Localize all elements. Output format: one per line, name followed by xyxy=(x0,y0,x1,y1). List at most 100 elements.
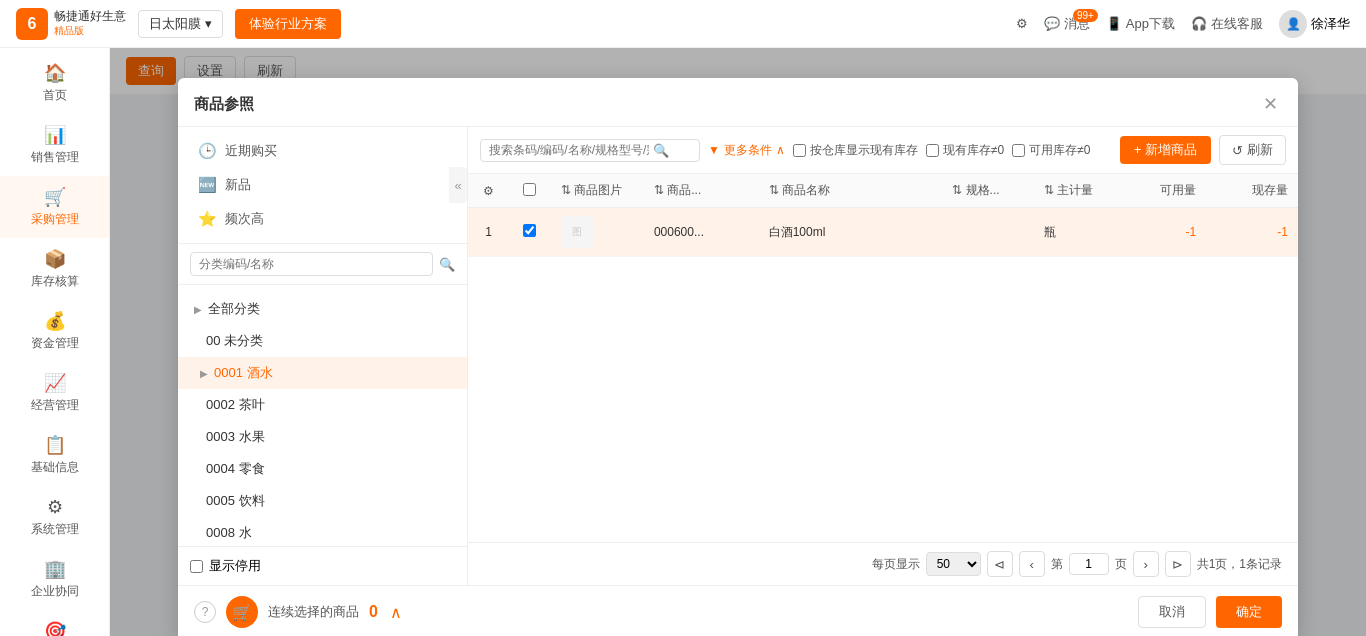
sidebar-item-enterprise[interactable]: 🏢 企业协同 xyxy=(0,548,109,610)
sidebar-item-guide[interactable]: 🎯 新手引导 xyxy=(0,610,109,636)
sidebar-item-finance[interactable]: 💰 资金管理 xyxy=(0,300,109,362)
filter-label: 更多条件 xyxy=(724,142,772,159)
cat-item-tea[interactable]: 0002 茶叶 xyxy=(178,389,467,421)
quick-item-frequent[interactable]: ⭐ 频次高 xyxy=(190,205,455,233)
col-check-header[interactable] xyxy=(509,174,550,208)
logo-text: 畅捷通好生意 xyxy=(54,9,126,25)
cat-label-water: 0008 水 xyxy=(206,524,252,542)
category-search-input[interactable] xyxy=(190,252,433,276)
collapse-selected-icon[interactable]: ∧ xyxy=(390,603,402,622)
cat-item-unclassified[interactable]: 00 未分类 xyxy=(178,325,467,357)
cancel-btn[interactable]: 取消 xyxy=(1138,596,1206,628)
row-stock-cell: -1 xyxy=(1206,208,1298,257)
user-name: 徐泽华 xyxy=(1311,15,1350,33)
col-spec-sort-icon: ⇅ xyxy=(952,183,962,197)
online-service-nav-item[interactable]: 🎧 在线客服 xyxy=(1191,15,1263,33)
checkbox-avail[interactable]: 可用库存≠0 xyxy=(1012,142,1090,159)
experience-btn[interactable]: 体验行业方案 xyxy=(235,9,341,39)
sidebar-item-label-sales: 销售管理 xyxy=(31,149,79,166)
logo-icon: 6 xyxy=(16,8,48,40)
quick-item-new-label: 新品 xyxy=(225,176,251,194)
content-area: 查询 设置 刷新 商品参照 ✕ 🕒 xyxy=(110,48,1366,636)
next-page-btn[interactable]: › xyxy=(1133,551,1159,577)
page-number-input[interactable] xyxy=(1069,553,1109,575)
checkbox-warehouse[interactable]: 按仓库显示现有库存 xyxy=(793,142,918,159)
messages-icon: 💬 xyxy=(1044,16,1060,31)
cat-item-fruit[interactable]: 0003 水果 xyxy=(178,421,467,453)
help-icon[interactable]: ? xyxy=(194,601,216,623)
sidebar-item-label-home: 首页 xyxy=(43,87,67,104)
prev-page-btn[interactable]: ‹ xyxy=(1019,551,1045,577)
sidebar-item-system[interactable]: ⚙ 系统管理 xyxy=(0,486,109,548)
cat-arrow-all: ▶ xyxy=(194,304,202,315)
filter-arrow-icon: ∧ xyxy=(776,143,785,157)
sidebar-item-home[interactable]: 🏠 首页 xyxy=(0,52,109,114)
cat-item-all[interactable]: ▶ 全部分类 xyxy=(178,293,467,325)
collapse-left-btn[interactable]: « xyxy=(449,167,467,203)
cat-item-water[interactable]: 0008 水 xyxy=(178,517,467,546)
table-row[interactable]: 1 图 000600... 白酒100ml 瓶 xyxy=(468,208,1298,257)
refresh-btn[interactable]: ↺ 刷新 xyxy=(1219,135,1286,165)
sidebar-item-label-finance: 资金管理 xyxy=(31,335,79,352)
first-page-btn[interactable]: ⊲ xyxy=(987,551,1013,577)
home-icon: 🏠 xyxy=(44,62,66,84)
select-all-checkbox[interactable] xyxy=(523,183,536,196)
sidebar: 🏠 首页 📊 销售管理 🛒 采购管理 📦 库存核算 💰 资金管理 📈 经营管理 … xyxy=(0,48,110,636)
user-area[interactable]: 👤 徐泽华 xyxy=(1279,10,1350,38)
sidebar-item-label-management: 经营管理 xyxy=(31,397,79,414)
show-disabled-label: 显示停用 xyxy=(209,557,261,575)
add-product-btn[interactable]: + 新增商品 xyxy=(1120,136,1211,164)
top-nav-right: ⚙ 💬 消息 99+ 📱 App下载 🎧 在线客服 👤 徐泽华 xyxy=(1016,10,1350,38)
sidebar-item-sales[interactable]: 📊 销售管理 xyxy=(0,114,109,176)
toolbar-right: + 新增商品 ↺ 刷新 xyxy=(1120,135,1286,165)
sidebar-item-inventory[interactable]: 📦 库存核算 xyxy=(0,238,109,300)
store-selector[interactable]: 日太阳膜 ▾ xyxy=(138,10,223,38)
refresh-icon: ↺ xyxy=(1232,143,1243,158)
table-header-row: ⚙ ⇅ 商品图片 ⇅ 商品... xyxy=(468,174,1298,208)
row-checkbox-cell[interactable] xyxy=(509,208,550,257)
sidebar-item-purchase[interactable]: 🛒 采购管理 xyxy=(0,176,109,238)
product-search-input[interactable] xyxy=(489,143,649,157)
quick-item-new[interactable]: 🆕 新品 xyxy=(190,171,455,199)
sidebar-item-management[interactable]: 📈 经营管理 xyxy=(0,362,109,424)
confirm-btn[interactable]: 确定 xyxy=(1216,596,1282,628)
sidebar-item-basic[interactable]: 📋 基础信息 xyxy=(0,424,109,486)
last-page-btn[interactable]: ⊳ xyxy=(1165,551,1191,577)
modal-close-btn[interactable]: ✕ xyxy=(1258,92,1282,116)
messages-nav-item[interactable]: 💬 消息 99+ xyxy=(1044,15,1090,33)
modal-pagination: 每页显示 20 50 100 ⊲ ‹ 第 页 › xyxy=(468,542,1298,585)
cat-label-snack: 0004 零食 xyxy=(206,460,265,478)
page-size-select[interactable]: 20 50 100 xyxy=(926,552,981,576)
cat-item-liquor[interactable]: ▶ 0001 酒水 xyxy=(178,357,467,389)
user-avatar: 👤 xyxy=(1279,10,1307,38)
category-search-icon[interactable]: 🔍 xyxy=(439,257,455,272)
page-label: 第 xyxy=(1051,556,1063,573)
settings-nav-item[interactable]: ⚙ xyxy=(1016,16,1028,31)
cat-label-all: 全部分类 xyxy=(208,300,260,318)
cat-item-snack[interactable]: 0004 零食 xyxy=(178,453,467,485)
footer-btns: 取消 确定 xyxy=(1138,596,1282,628)
enterprise-icon: 🏢 xyxy=(44,558,66,580)
warehouse-checkbox-input[interactable] xyxy=(793,144,806,157)
quick-item-recent[interactable]: 🕒 近期购买 xyxy=(190,137,455,165)
logo-area: 6 畅捷通好生意 精品版 xyxy=(16,8,126,40)
col-settings-header[interactable]: ⚙ xyxy=(468,174,509,208)
modal: 商品参照 ✕ 🕒 近期购买 🆕 xyxy=(178,78,1298,636)
cat-item-beverage[interactable]: 0005 饮料 xyxy=(178,485,467,517)
row-checkbox[interactable] xyxy=(523,224,536,237)
guide-icon: 🎯 xyxy=(44,620,66,636)
search-icon[interactable]: 🔍 xyxy=(653,143,669,158)
show-disabled-checkbox[interactable] xyxy=(190,560,203,573)
avail-checkbox-input[interactable] xyxy=(1012,144,1025,157)
sidebar-item-label-enterprise: 企业协同 xyxy=(31,583,79,600)
refresh-label: 刷新 xyxy=(1247,141,1273,159)
logo-sub: 精品版 xyxy=(54,24,126,38)
app-download-nav-item[interactable]: 📱 App下载 xyxy=(1106,15,1175,33)
row-num: 1 xyxy=(468,208,509,257)
checkbox-stock[interactable]: 现有库存≠0 xyxy=(926,142,1004,159)
cart-icon[interactable]: 🛒 xyxy=(226,596,258,628)
purchase-icon: 🛒 xyxy=(44,186,66,208)
filter-btn[interactable]: ▼ 更多条件 ∧ xyxy=(708,142,785,159)
row-unit-cell: 瓶 xyxy=(1034,208,1114,257)
stock-checkbox-input[interactable] xyxy=(926,144,939,157)
